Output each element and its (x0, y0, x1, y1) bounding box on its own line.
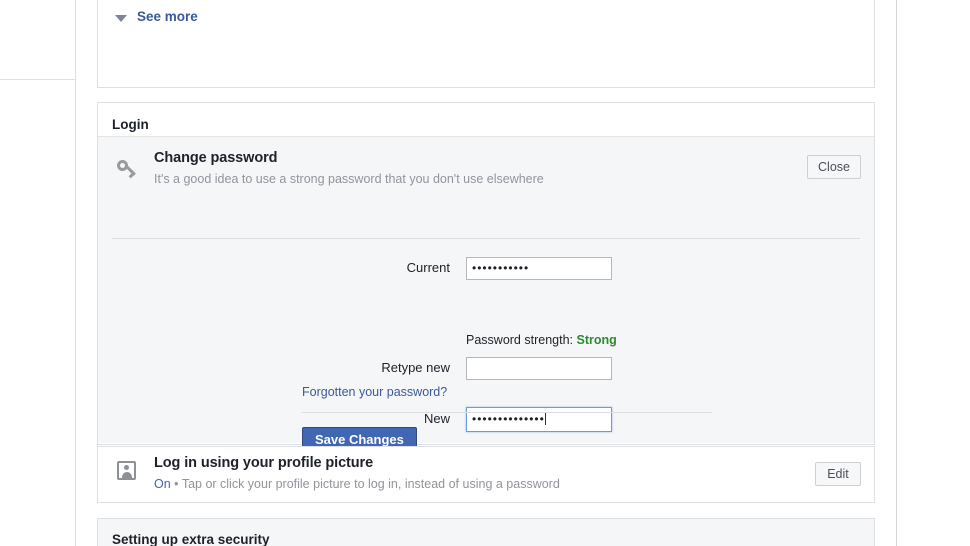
page-root: Android · Stockport, United Kingdom Chro… (0, 0, 970, 546)
profile-login-subtitle: On • Tap or click your profile picture t… (154, 477, 560, 491)
password-strength-value: Strong (576, 333, 616, 347)
profile-picture-icon (117, 461, 136, 480)
form-bottom-divider (302, 412, 712, 413)
retype-password-label: Retype new (381, 360, 450, 375)
profile-login-separator: • (174, 477, 178, 491)
see-more-row[interactable]: See more (98, 0, 874, 41)
key-icon (117, 159, 137, 179)
change-password-divider (112, 238, 860, 239)
change-password-panel: Change password It's a good idea to use … (98, 136, 874, 443)
right-gutter (896, 0, 970, 546)
current-password-row: Current ••••••••••• (302, 257, 612, 281)
password-strength-line: Password strength: Strong (466, 333, 617, 347)
close-button[interactable]: Close (807, 155, 861, 179)
login-card-header: Login (98, 103, 874, 136)
caret-down-icon (115, 15, 127, 22)
retype-password-row: Retype new (302, 357, 612, 381)
current-password-input[interactable]: ••••••••••• (466, 257, 612, 280)
main-content-column: Android · Stockport, United Kingdom Chro… (76, 0, 896, 546)
password-strength-label: Password strength: (466, 333, 573, 347)
change-password-title: Change password (154, 150, 277, 166)
profile-login-title: Log in using your profile picture (154, 455, 373, 471)
edit-button[interactable]: Edit (815, 462, 861, 486)
new-password-label: New (424, 411, 450, 426)
profile-login-state: On (154, 477, 171, 491)
text-cursor (545, 412, 546, 425)
devices-card: Android · Stockport, United Kingdom Chro… (97, 0, 875, 88)
extra-security-header: Setting up extra security (112, 532, 270, 546)
current-password-label: Current (407, 260, 450, 275)
retype-password-input[interactable] (466, 357, 612, 380)
change-password-subtitle: It's a good idea to use a strong passwor… (154, 172, 544, 186)
left-sidebar-rail (0, 0, 76, 546)
extra-security-card: Setting up extra security (97, 518, 875, 546)
new-password-value: •••••••••••••• (472, 412, 545, 426)
sidebar-divider (0, 79, 75, 80)
forgot-password-link[interactable]: Forgotten your password? (302, 385, 447, 399)
profile-picture-login-card: Log in using your profile picture On • T… (97, 446, 875, 503)
login-card: Login Change password It's a good idea t… (97, 102, 875, 445)
login-header-label: Login (112, 117, 149, 132)
profile-login-description: Tap or click your profile picture to log… (182, 477, 560, 491)
see-more-label[interactable]: See more (137, 9, 198, 24)
new-password-input[interactable]: •••••••••••••• (466, 407, 612, 432)
